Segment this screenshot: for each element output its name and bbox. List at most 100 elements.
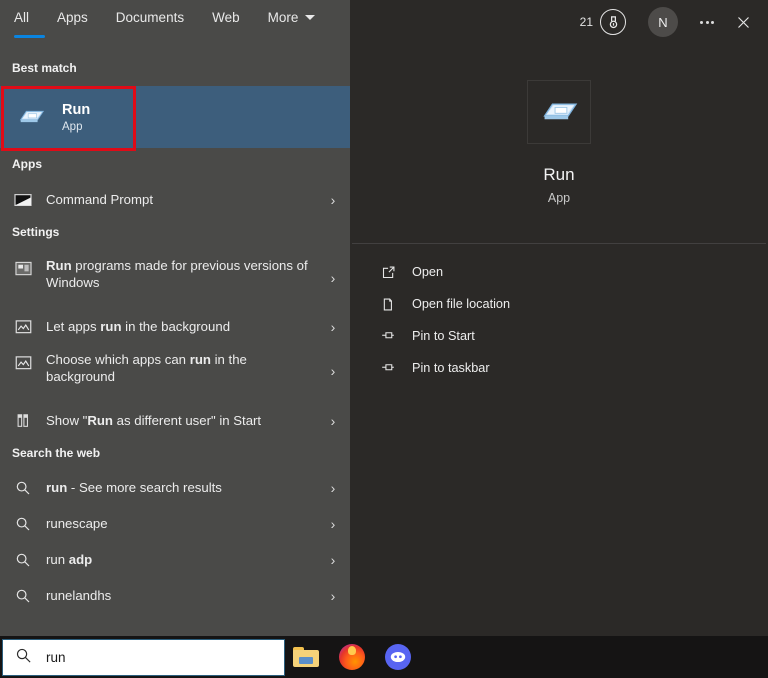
discord-icon[interactable]: [384, 643, 412, 671]
action-label: Pin to Start: [412, 329, 475, 343]
search-icon: [12, 513, 34, 535]
rewards-button[interactable]: 21: [574, 9, 632, 35]
result-label-pre: Show ": [46, 413, 88, 429]
taskbar-pinned-apps: [292, 636, 412, 678]
close-button[interactable]: [726, 7, 760, 37]
action-pin-to-start[interactable]: Pin to Start: [350, 320, 768, 352]
run-app-icon: [14, 100, 48, 134]
action-pin-to-taskbar[interactable]: Pin to taskbar: [350, 352, 768, 384]
chevron-right-icon[interactable]: ›: [326, 192, 340, 208]
web-result-run-more[interactable]: run - See more search results ›: [0, 470, 350, 506]
best-match-header: Best match: [12, 61, 77, 75]
firefox-icon[interactable]: [338, 643, 366, 671]
folder-location-icon: [378, 295, 398, 313]
tab-apps-label: Apps: [57, 9, 88, 25]
chevron-right-icon[interactable]: ›: [326, 516, 340, 532]
result-label: Choose which apps can run in the backgro…: [46, 351, 326, 385]
action-open-file-location[interactable]: Open file location: [350, 288, 768, 320]
settings-header: Settings: [12, 225, 60, 239]
ellipsis-icon: [700, 20, 714, 24]
chevron-right-icon[interactable]: ›: [326, 552, 340, 568]
preview-header: Run App: [350, 42, 768, 243]
tab-apps[interactable]: Apps: [57, 0, 104, 34]
result-choose-apps-run-background[interactable]: Choose which apps can run in the backgro…: [0, 345, 350, 385]
best-match-title: Run: [62, 101, 91, 118]
web-result-runescape[interactable]: runescape ›: [0, 506, 350, 542]
result-label: run adp: [46, 551, 326, 568]
start-menu-icon: [12, 410, 34, 432]
run-app-icon: [527, 80, 591, 144]
pin-icon: [378, 327, 398, 345]
chevron-right-icon[interactable]: ›: [326, 413, 340, 429]
result-label-pre: Choose which apps can: [46, 352, 190, 367]
result-label: Let apps run in the background: [46, 318, 326, 335]
top-bar: All Apps Documents Web More 21 N: [0, 0, 768, 42]
result-show-run-as-different-user[interactable]: Show "Run as different user" in Start ›: [0, 403, 350, 439]
result-label-post: - See more search results: [67, 480, 222, 496]
tab-all[interactable]: All: [14, 0, 46, 38]
result-label-bold: Run: [87, 413, 113, 429]
compatibility-icon: [12, 258, 34, 280]
chevron-right-icon[interactable]: ›: [326, 480, 340, 496]
result-run-compat[interactable]: Run programs made for previous versions …: [0, 252, 350, 291]
open-icon: [378, 263, 398, 281]
result-label: Run programs made for previous versions …: [46, 257, 326, 291]
action-open[interactable]: Open: [350, 256, 768, 288]
result-label-pre: Let apps: [46, 319, 101, 335]
search-icon: [15, 647, 32, 669]
chevron-down-icon: [305, 14, 316, 20]
result-label-pre: run: [46, 552, 69, 568]
result-command-prompt[interactable]: Command Prompt ›: [0, 182, 350, 218]
search-icon: [12, 549, 34, 571]
result-label-post: programs made for previous versions of W…: [46, 258, 308, 291]
tab-documents[interactable]: Documents: [116, 0, 200, 34]
overflow-menu-button[interactable]: [690, 7, 724, 37]
result-let-apps-run-background[interactable]: Let apps run in the background ›: [0, 309, 350, 345]
search-the-web-header: Search the web: [12, 446, 101, 460]
preview-actions: Open Open file location Pin to Start Pin…: [350, 256, 768, 384]
search-input[interactable]: run: [2, 639, 285, 676]
background-apps-icon: [12, 316, 34, 338]
search-icon: [12, 477, 34, 499]
tab-web[interactable]: Web: [212, 0, 256, 34]
web-result-runelandhs[interactable]: runelandhs ›: [0, 578, 350, 614]
search-window: All Apps Documents Web More 21 N Best ma…: [0, 0, 768, 678]
chevron-right-icon[interactable]: ›: [326, 588, 340, 604]
preview-app-name: Run: [543, 165, 575, 184]
top-right-controls: 21 N: [574, 4, 760, 40]
chevron-right-icon[interactable]: ›: [326, 363, 340, 379]
filter-tabs: All Apps Documents Web More: [14, 0, 343, 38]
close-icon: [737, 16, 749, 28]
rewards-count: 21: [579, 15, 593, 29]
result-label-bold: run: [46, 480, 68, 496]
result-label: Show "Run as different user" in Start: [46, 412, 326, 429]
result-label-bold: adp: [68, 552, 93, 568]
tab-all-label: All: [14, 9, 30, 25]
action-label: Pin to taskbar: [412, 361, 490, 375]
tab-selected-underline: [14, 35, 46, 38]
search-input-value: run: [46, 650, 66, 665]
tab-more[interactable]: More: [268, 0, 332, 34]
web-result-run-adp[interactable]: run adp ›: [0, 542, 350, 578]
result-label-bold: run: [100, 319, 122, 335]
apps-header: Apps: [12, 157, 42, 171]
background-apps-icon: [12, 352, 34, 374]
action-label: Open: [412, 265, 444, 279]
best-match-subtitle: App: [62, 121, 83, 134]
best-match-result-run[interactable]: Run App: [0, 86, 350, 148]
avatar-initial: N: [658, 14, 668, 30]
chevron-right-icon[interactable]: ›: [326, 270, 340, 286]
result-label: Command Prompt: [46, 192, 154, 208]
tab-documents-label: Documents: [115, 9, 185, 25]
search-icon: [12, 585, 34, 607]
action-label: Open file location: [412, 297, 511, 311]
result-label: runescape: [46, 516, 108, 532]
result-label: runelandhs: [46, 588, 112, 604]
medal-icon: [600, 9, 626, 35]
result-label-post: in the background: [121, 319, 231, 335]
result-label-bold: run: [189, 352, 211, 367]
avatar[interactable]: N: [648, 7, 678, 37]
pin-icon: [378, 359, 398, 377]
chevron-right-icon[interactable]: ›: [326, 319, 340, 335]
file-explorer-icon[interactable]: [292, 643, 320, 671]
